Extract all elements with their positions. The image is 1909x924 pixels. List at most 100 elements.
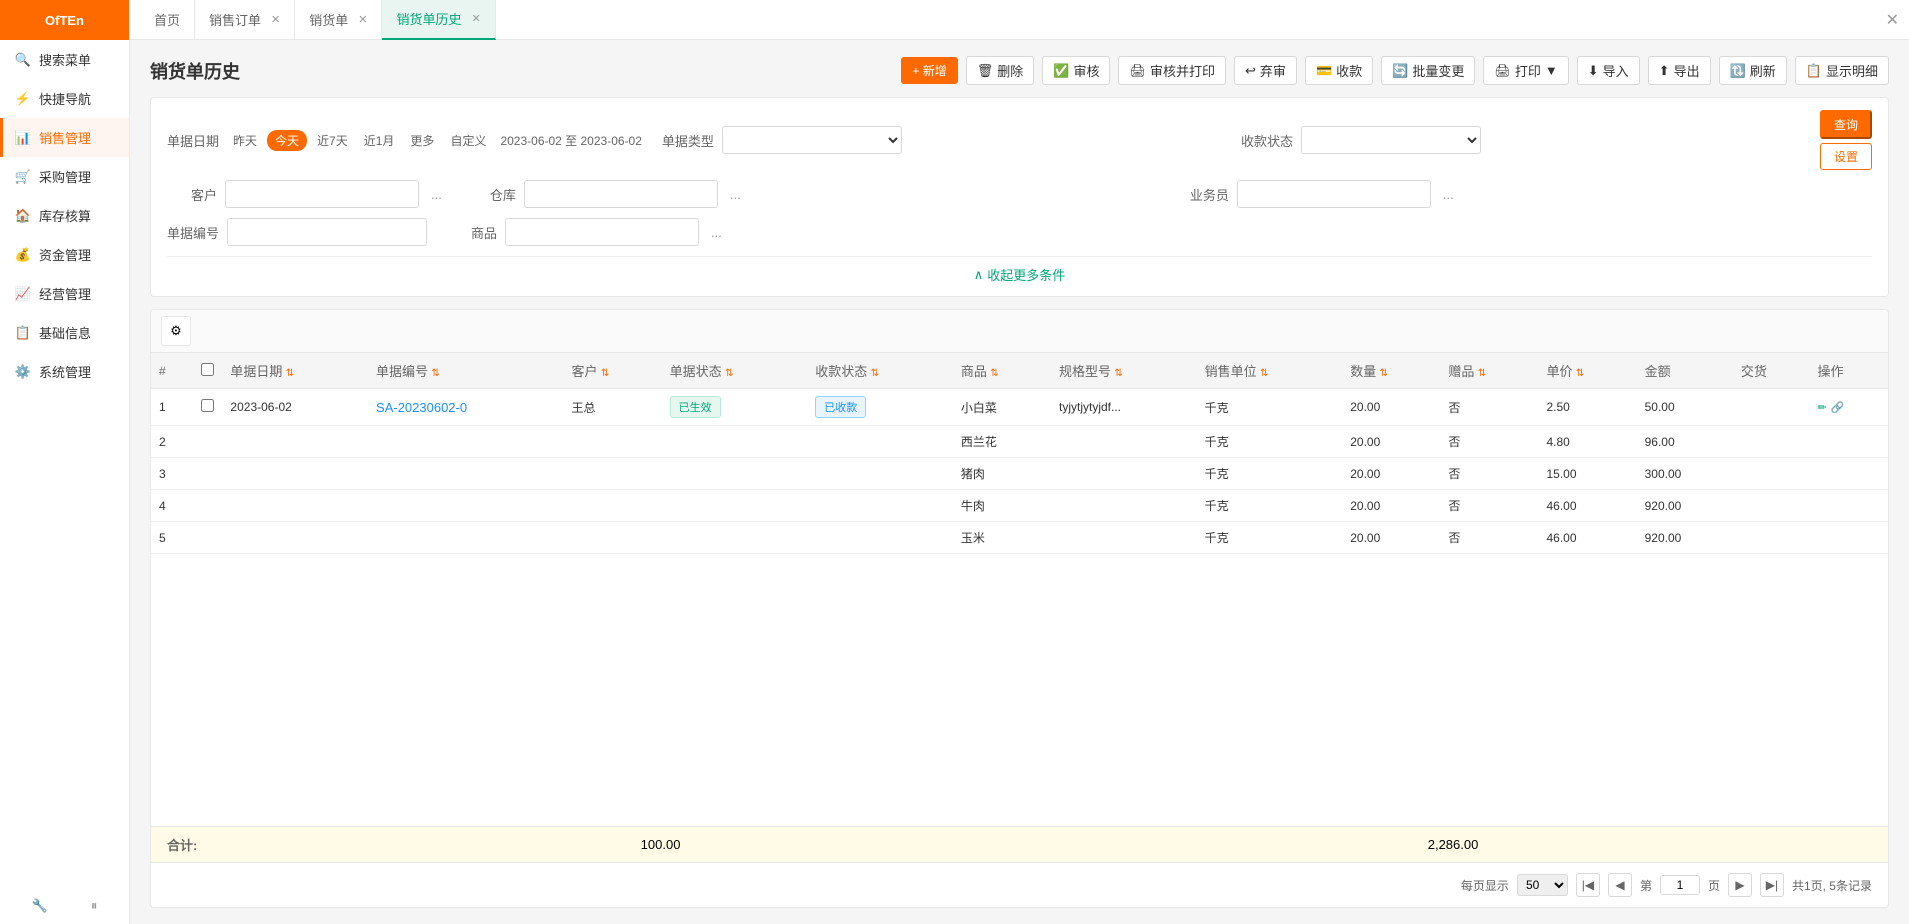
show-details-button[interactable]: 📋 显示明细 (1795, 56, 1889, 85)
tab-close-sales-order[interactable]: ✕ (271, 13, 280, 26)
sidebar-item-sales-mgmt[interactable]: 📊 销售管理 (0, 118, 129, 157)
warehouse-ellipsis[interactable]: ... (726, 187, 745, 202)
doc-type-select[interactable] (722, 126, 902, 154)
print-chevron-icon: ▼ (1545, 63, 1558, 78)
abandon-button[interactable]: ↩ 弃审 (1234, 56, 1297, 85)
main-content: 首页 销售订单 ✕ 销货单 ✕ 销货单历史 ✕ ✕ 销货单历史 + 新增 🗑 删… (130, 0, 1909, 924)
new-button[interactable]: + 新增 (901, 57, 957, 84)
customer-input[interactable] (225, 180, 419, 208)
cell-doc-status (662, 522, 808, 554)
row-checkbox[interactable] (201, 399, 214, 412)
settings-filter-button[interactable]: 设置 (1820, 143, 1872, 170)
prev-page-button[interactable]: ◀ (1608, 873, 1632, 897)
sidebar-item-basic-info[interactable]: 📋 基础信息 (0, 313, 129, 352)
th-index: # (151, 353, 192, 389)
tab-sales-delivery-history[interactable]: 销货单历史 ✕ (382, 0, 495, 40)
th-date[interactable]: 单据日期 ⇅ (222, 353, 368, 389)
date-shortcut-custom[interactable]: 自定义 (444, 130, 492, 151)
last-page-button[interactable]: ▶| (1760, 873, 1784, 897)
th-gift[interactable]: 赠品 ⇅ (1440, 353, 1538, 389)
tab-home[interactable]: 首页 (140, 0, 195, 40)
tab-close-sales-delivery[interactable]: ✕ (358, 13, 367, 26)
sidebar-item-operation-mgmt[interactable]: 📈 经营管理 (0, 274, 129, 313)
review-print-button[interactable]: 🖨 审核并打印 (1118, 56, 1226, 85)
sidebar-item-finance-mgmt[interactable]: 💰 资金管理 (0, 235, 129, 274)
sidebar-item-label: 搜索菜单 (39, 50, 91, 69)
sort-spec-model-icon: ⇅ (1114, 368, 1122, 379)
filter-row-3: 单据编号 商品 ... (167, 218, 1872, 246)
select-all-checkbox[interactable] (201, 363, 214, 376)
collect-status-select[interactable] (1301, 126, 1481, 154)
batch-change-button[interactable]: 🔄 批量变更 (1381, 56, 1475, 85)
sidebar-pause-icon[interactable]: ⏸ (91, 898, 98, 914)
collect-button[interactable]: 💳 收款 (1305, 56, 1373, 85)
sidebar-collapse-icon[interactable]: 🔧 (32, 898, 48, 914)
th-collect-status[interactable]: 收款状态 ⇅ (807, 353, 953, 389)
th-doc-number[interactable]: 单据编号 ⇅ (368, 353, 564, 389)
first-page-button[interactable]: |◀ (1576, 873, 1600, 897)
goods-input[interactable] (505, 218, 699, 246)
refresh-icon: 🔃 (1730, 63, 1746, 79)
sidebar-item-search-menu[interactable]: 🔍 搜索菜单 (0, 40, 129, 79)
detail-action[interactable]: 🔗 (1831, 401, 1845, 414)
filter-action-buttons: 查询 设置 (1820, 110, 1872, 170)
date-shortcut-more[interactable]: 更多 (404, 130, 440, 151)
th-goods[interactable]: 商品 ⇅ (953, 353, 1051, 389)
export-button[interactable]: ⬆ 导出 (1648, 56, 1711, 85)
import-icon: ⬇ (1588, 63, 1599, 79)
table-row: 4 牛肉 千克 20.00 否 46.00 920.00 (151, 490, 1888, 522)
tab-sales-delivery[interactable]: 销货单 ✕ (295, 0, 382, 40)
cell-collect-status: 已收款 (807, 389, 953, 426)
print-button[interactable]: 🖨 打印 ▼ (1483, 56, 1568, 85)
date-shortcut-7days[interactable]: 近7天 (311, 130, 354, 151)
table-config-button[interactable]: ⚙ (161, 316, 191, 346)
cell-unit-price: 46.00 (1538, 490, 1636, 522)
date-shortcut-1month[interactable]: 近1月 (358, 130, 401, 151)
filter-item-customer: 客户 ... (167, 180, 446, 208)
cell-doc-number (368, 522, 564, 554)
date-shortcut-yesterday[interactable]: 昨天 (227, 130, 263, 151)
tab-close-sales-delivery-history[interactable]: ✕ (472, 12, 481, 25)
delete-button[interactable]: 🗑 删除 (966, 56, 1035, 85)
sidebar-bottom: 🔧 ⏸ (0, 888, 129, 924)
th-customer[interactable]: 客户 ⇅ (564, 353, 662, 389)
print-icon: 🖨 (1494, 63, 1511, 79)
salesperson-ellipsis[interactable]: ... (1439, 187, 1458, 202)
th-unit-price[interactable]: 单价 ⇅ (1538, 353, 1636, 389)
next-page-button[interactable]: ▶ (1728, 873, 1752, 897)
th-quantity[interactable]: 数量 ⇅ (1342, 353, 1440, 389)
edit-action[interactable]: ✏ (1818, 401, 1827, 414)
doc-number-input[interactable] (227, 218, 427, 246)
tab-sales-order[interactable]: 销售订单 ✕ (195, 0, 295, 40)
table-row: 3 猪肉 千克 20.00 否 15.00 300.00 (151, 458, 1888, 490)
goods-ellipsis[interactable]: ... (707, 225, 726, 240)
th-spec-model[interactable]: 规格型号 ⇅ (1051, 353, 1197, 389)
tab-close-all[interactable]: ✕ (1886, 10, 1899, 30)
page-input[interactable] (1660, 875, 1700, 895)
salesperson-input[interactable] (1237, 180, 1431, 208)
import-button[interactable]: ⬇ 导入 (1577, 56, 1640, 85)
date-filter-label: 单据日期 (167, 131, 219, 150)
sidebar-item-inventory-calc[interactable]: 🏠 库存核算 (0, 196, 129, 235)
sidebar-item-purchase-mgmt[interactable]: 🛒 采购管理 (0, 157, 129, 196)
th-doc-status[interactable]: 单据状态 ⇅ (662, 353, 808, 389)
date-shortcut-today[interactable]: 今天 (267, 130, 307, 151)
cell-doc-number (368, 490, 564, 522)
per-page-select[interactable]: 50 100 200 (1517, 874, 1568, 896)
sidebar-item-system-mgmt[interactable]: ⚙️ 系统管理 (0, 352, 129, 391)
summary-row: 合计: 100.00 2,286.00 (151, 826, 1888, 862)
sidebar-item-label: 系统管理 (39, 362, 91, 381)
page-unit: 页 (1708, 877, 1720, 894)
salesperson-label: 业务员 (1179, 185, 1229, 204)
review-button[interactable]: ✅ 审核 (1042, 56, 1110, 85)
collapse-conditions-button[interactable]: ∧ 收起更多条件 (974, 265, 1066, 284)
th-sales-unit[interactable]: 销售单位 ⇅ (1197, 353, 1343, 389)
query-button[interactable]: 查询 (1820, 110, 1872, 139)
cell-actions: ✏🔗 (1810, 389, 1888, 426)
cell-gift: 否 (1440, 458, 1538, 490)
refresh-button[interactable]: 🔃 刷新 (1719, 56, 1787, 85)
customer-ellipsis[interactable]: ... (427, 187, 446, 202)
warehouse-input[interactable] (524, 180, 718, 208)
table-settings-row: ⚙ (151, 310, 1888, 353)
sidebar-item-quick-nav[interactable]: ⚡ 快捷导航 (0, 79, 129, 118)
